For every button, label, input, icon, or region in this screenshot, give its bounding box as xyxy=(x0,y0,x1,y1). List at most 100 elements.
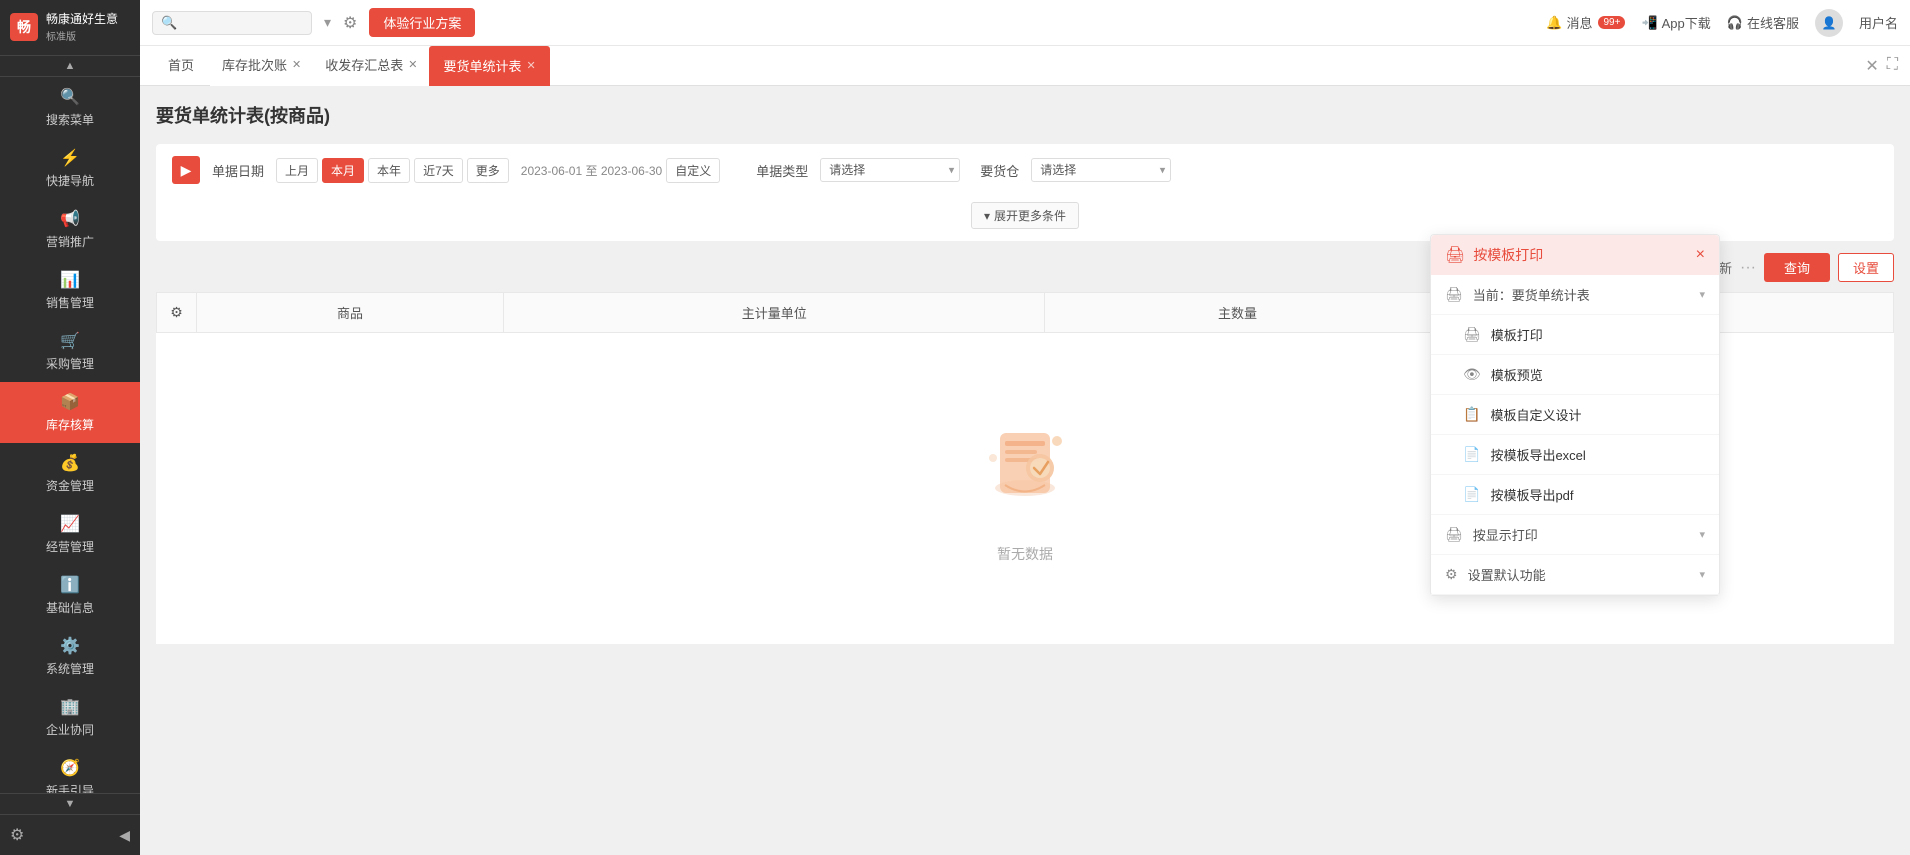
order-type-select-wrapper[interactable]: 请选择 xyxy=(820,158,960,182)
download-icon: 📲 xyxy=(1641,15,1657,31)
tab-close-receipts-summary[interactable]: ✕ xyxy=(408,58,417,71)
dropdown-arrow-icon[interactable]: ▾ xyxy=(324,14,331,31)
goods-select-wrapper[interactable]: 请选择 xyxy=(1031,158,1171,182)
sidebar-logo: 畅 畅康通好生意 标准版 xyxy=(0,0,140,56)
messages-button[interactable]: 🔔 消息 99+ xyxy=(1546,13,1625,32)
lightning-icon: ⚡ xyxy=(60,148,80,168)
print-dropdown-menu: 🖨 按模板打印 × 🖨 当前：要货单统计表 ▾ 🖨 模板打印 👁 xyxy=(1430,234,1720,596)
display-print-arrow-icon: ▾ xyxy=(1699,528,1705,541)
filter-expand-toggle[interactable]: ▶ xyxy=(172,156,200,184)
trend-icon: 📈 xyxy=(60,514,80,534)
empty-icon xyxy=(975,413,1075,532)
search-input[interactable] xyxy=(181,16,261,30)
logo-title: 畅康通好生意 xyxy=(46,12,118,28)
tab-close-order-stats[interactable]: ✕ xyxy=(527,59,536,72)
app-download-button[interactable]: 📲 App下载 xyxy=(1641,13,1710,32)
chevron-down-icon: ▾ xyxy=(984,209,990,223)
megaphone-icon: 📢 xyxy=(60,209,80,229)
tab-home[interactable]: 首页 xyxy=(152,46,210,86)
sidebar-item-search[interactable]: 🔍 搜索菜单 xyxy=(0,77,140,138)
sidebar-navigation: 🔍 搜索菜单 ⚡ 快捷导航 📢 营销推广 📊 销售管理 🛒 采购管理 📦 库存核… xyxy=(0,77,140,793)
date-btn-custom[interactable]: 自定义 xyxy=(666,158,720,183)
dropdown-close-button[interactable]: × xyxy=(1696,246,1705,264)
table-col-unit: 主计量单位 xyxy=(503,293,1045,333)
order-type-label: 单据类型 xyxy=(756,161,808,180)
more-options-icon[interactable]: ··· xyxy=(1740,259,1756,277)
goods-label: 要货仓 xyxy=(980,161,1019,180)
header-right: 🔔 消息 99+ 📲 App下载 🎧 在线客服 👤 用户名 xyxy=(1546,9,1898,37)
sidebar-item-enterprise[interactable]: 🏢 企业协同 xyxy=(0,687,140,748)
query-button[interactable]: 查询 xyxy=(1764,253,1830,282)
dropdown-display-print[interactable]: 🖨 按显示打印 ▾ xyxy=(1431,515,1719,555)
scroll-up-icon[interactable]: ▲ xyxy=(65,60,76,72)
minimize-button[interactable]: ✕ xyxy=(1865,56,1878,76)
sidebar-item-marketing[interactable]: 📢 营销推广 xyxy=(0,199,140,260)
filter-bar: ▶ 单据日期 上月 本月 本年 近7天 更多 2023-06-01 至 2023… xyxy=(156,144,1894,241)
search-box-icon: 🔍 xyxy=(161,15,177,31)
sidebar-item-base-info[interactable]: ℹ️ 基础信息 xyxy=(0,565,140,626)
avatar-icon: 👤 xyxy=(1822,16,1837,30)
collapse-icon[interactable]: ◀ xyxy=(119,827,130,844)
sidebar-item-sales[interactable]: 📊 销售管理 xyxy=(0,260,140,321)
dropdown-header: 🖨 按模板打印 × xyxy=(1431,235,1719,275)
page-title: 要货单统计表(按商品) xyxy=(156,102,1894,128)
trial-button[interactable]: 体验行业方案 xyxy=(369,8,475,37)
maximize-button[interactable]: ⛶ xyxy=(1887,56,1898,76)
date-btn-current-year[interactable]: 本年 xyxy=(368,158,410,183)
messages-badge: 99+ xyxy=(1598,16,1625,29)
search-box[interactable]: 🔍 xyxy=(152,11,312,35)
page-content: 要货单统计表(按商品) ▶ 单据日期 上月 本月 本年 近7天 更多 2023-… xyxy=(140,86,1910,855)
order-type-select[interactable]: 请选择 xyxy=(820,158,960,182)
sidebar: 畅 畅康通好生意 标准版 ▲ 🔍 搜索菜单 ⚡ 快捷导航 📢 营销推广 📊 销售… xyxy=(0,0,140,855)
info-icon: ℹ️ xyxy=(60,575,80,595)
money-icon: 💰 xyxy=(60,453,80,473)
date-btn-current-month[interactable]: 本月 xyxy=(322,158,364,183)
expand-arrow-icon: ▶ xyxy=(181,162,192,179)
printer-dropdown-icon: 🖨 xyxy=(1445,245,1465,265)
settings-button[interactable]: 设置 xyxy=(1838,253,1894,282)
window-buttons: ✕ ⛶ xyxy=(1865,56,1898,76)
settings-icon[interactable]: ⚙ xyxy=(10,825,24,845)
date-btn-last-month[interactable]: 上月 xyxy=(276,158,318,183)
sidebar-item-purchase[interactable]: 🛒 采购管理 xyxy=(0,321,140,382)
gear-settings-icon[interactable]: ⚙ xyxy=(343,13,357,33)
headset-icon: 🎧 xyxy=(1727,15,1743,31)
current-printer-icon: 🖨 xyxy=(1445,286,1463,303)
tab-order-stats[interactable]: 要货单统计表 ✕ xyxy=(429,46,549,86)
expand-more-btn[interactable]: ▾ 展开更多条件 xyxy=(971,202,1079,229)
tab-inventory-batch[interactable]: 库存批次账 ✕ xyxy=(210,46,313,86)
dropdown-item-export-pdf[interactable]: 📄 按模板导出pdf xyxy=(1431,475,1719,515)
sidebar-item-quick-nav[interactable]: ⚡ 快捷导航 xyxy=(0,138,140,199)
goods-select[interactable]: 请选择 xyxy=(1031,158,1171,182)
online-service-button[interactable]: 🎧 在线客服 xyxy=(1727,13,1799,32)
dropdown-item-template-print[interactable]: 🖨 模板打印 xyxy=(1431,315,1719,355)
tab-bar: 首页 库存批次账 ✕ 收发存汇总表 ✕ 要货单统计表 ✕ ✕ ⛶ xyxy=(140,46,1910,86)
tab-receipts-summary[interactable]: 收发存汇总表 ✕ xyxy=(313,46,429,86)
dropdown-set-default[interactable]: ⚙ 设置默认功能 ▾ xyxy=(1431,555,1719,595)
building-icon: 🏢 xyxy=(60,697,80,717)
tab-close-inventory-batch[interactable]: ✕ xyxy=(292,58,301,71)
display-print-icon: 🖨 xyxy=(1445,526,1463,543)
sidebar-item-system[interactable]: ⚙️ 系统管理 xyxy=(0,626,140,687)
sidebar-item-inventory[interactable]: 📦 库存核算 xyxy=(0,382,140,443)
avatar: 👤 xyxy=(1815,9,1843,37)
export-excel-icon: 📄 xyxy=(1463,446,1480,463)
dropdown-title: 按模板打印 xyxy=(1473,245,1543,265)
dropdown-item-template-preview[interactable]: 👁 模板预览 xyxy=(1431,355,1719,395)
sidebar-item-finance[interactable]: 💰 资金管理 xyxy=(0,443,140,504)
dropdown-current-item[interactable]: 🖨 当前：要货单统计表 ▾ xyxy=(1431,275,1719,315)
table-col-quantity: 主数量 xyxy=(1045,293,1430,333)
filter-row-1: ▶ 单据日期 上月 本月 本年 近7天 更多 2023-06-01 至 2023… xyxy=(172,156,1878,184)
empty-illustration xyxy=(975,413,1075,513)
date-btn-more[interactable]: 更多 xyxy=(467,158,509,183)
username-label: 用户名 xyxy=(1859,13,1898,32)
dropdown-item-export-excel[interactable]: 📄 按模板导出excel xyxy=(1431,435,1719,475)
current-label-text: 当前：要货单统计表 xyxy=(1473,285,1590,304)
dropdown-item-template-custom[interactable]: 📋 模板自定义设计 xyxy=(1431,395,1719,435)
sidebar-item-operations[interactable]: 📈 经营管理 xyxy=(0,504,140,565)
settings-col-icon[interactable]: ⚙ xyxy=(170,304,183,321)
scroll-down-icon[interactable]: ▼ xyxy=(65,798,76,810)
sidebar-item-guide[interactable]: 🧭 新手引导 xyxy=(0,748,140,793)
box-icon: 📦 xyxy=(60,392,80,412)
date-btn-last-7-days[interactable]: 近7天 xyxy=(414,158,463,183)
